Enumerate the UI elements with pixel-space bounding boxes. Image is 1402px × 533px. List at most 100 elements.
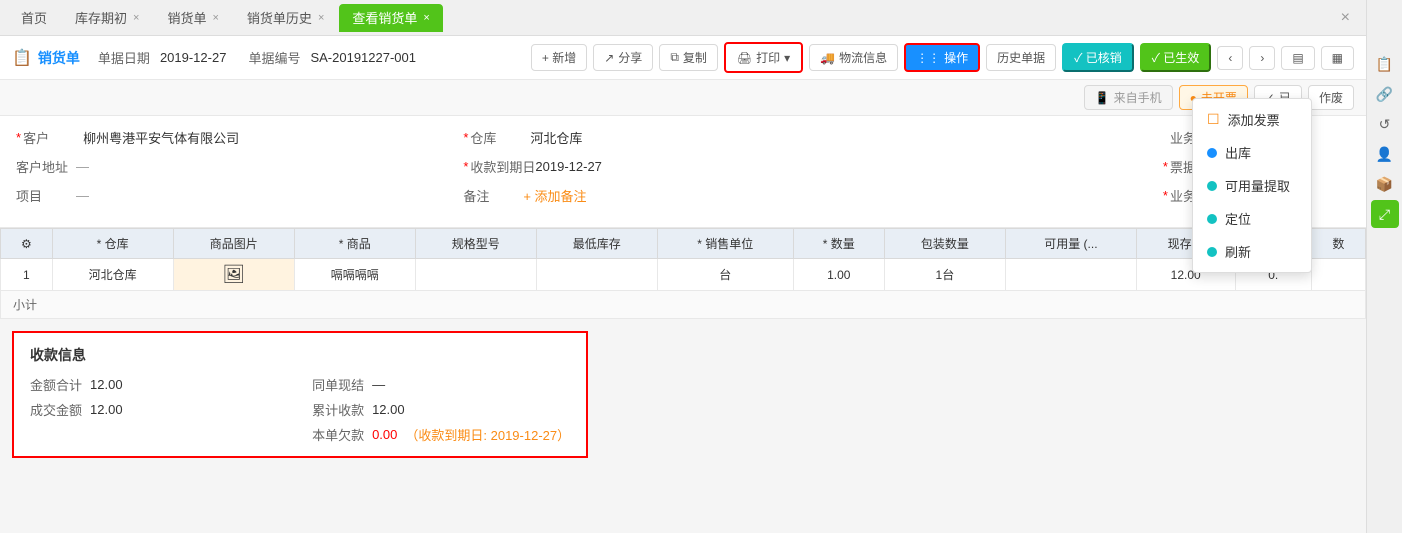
logistics-button[interactable]: 🚚 物流信息	[809, 44, 898, 71]
share-button[interactable]: ↗ 分享	[593, 44, 653, 71]
new-button[interactable]: + 新增	[531, 44, 587, 71]
menu-locate-label: 定位	[1225, 209, 1251, 228]
warehouse-field: * 仓库 河北仓库	[463, 128, 902, 147]
menu-add-invoice[interactable]: ☐ 添加发票	[1193, 103, 1311, 136]
customer-value[interactable]: 柳州粤港平安气体有限公司	[83, 128, 239, 147]
next-button[interactable]: ›	[1249, 46, 1275, 70]
operate-button[interactable]: ⋮⋮ 操作	[904, 43, 980, 72]
void-sub-button[interactable]: 作废	[1308, 85, 1354, 110]
tab-view-sales[interactable]: 查看销货单 ×	[339, 4, 442, 32]
tab-home-label: 首页	[21, 8, 47, 27]
payment-section: 收款信息 金额合计 12.00 同单现结 — 成交金额 12.00 累计收款 1…	[12, 331, 588, 458]
deal-amount-value: 12.00	[90, 402, 123, 417]
number-value: SA-20191227-001	[310, 50, 416, 65]
row-amount[interactable]	[1311, 259, 1365, 291]
deal-amount-row: 成交金额 12.00	[30, 400, 288, 419]
copy-button[interactable]: ⧉ 复制	[659, 44, 718, 71]
menu-locate[interactable]: 定位	[1193, 202, 1311, 235]
col-image: 商品图片	[173, 229, 294, 259]
tab-sales-order[interactable]: 销货单 ×	[154, 4, 231, 32]
customer-field: * 客户 柳州粤港平安气体有限公司	[16, 128, 455, 147]
menu-refresh[interactable]: 刷新	[1193, 235, 1311, 268]
void-button[interactable]: ✓ 已核销	[1062, 43, 1134, 72]
void-icon: ✓	[1074, 51, 1082, 65]
col-qty: * 数量	[793, 229, 884, 259]
right-icon-5[interactable]: 📦	[1371, 170, 1399, 198]
product-image-icon: 🖼	[222, 264, 245, 284]
right-icon-1[interactable]: 📋	[1371, 50, 1399, 78]
main-toolbar: 📋 销货单 单据日期 2019-12-27 单据编号 SA-20191227-0…	[0, 36, 1366, 80]
row-qty[interactable]: 1.00	[793, 259, 884, 291]
menu-available-fetch[interactable]: 可用量提取	[1193, 169, 1311, 202]
prev-button[interactable]: ‹	[1217, 46, 1243, 70]
right-icon-expand[interactable]: ⤢	[1371, 200, 1399, 228]
row-warehouse[interactable]: 河北仓库	[52, 259, 173, 291]
tab-sales-history[interactable]: 销货单历史 ×	[234, 4, 337, 32]
refresh-dot	[1207, 247, 1217, 257]
sub-toolbar: 📱 来自手机 ● 未开票 ✓ 已 作废	[0, 80, 1366, 116]
print-highlight: 🖨 打印 ▾	[724, 42, 803, 73]
print-button[interactable]: 🖨 打印 ▾	[727, 45, 800, 70]
amount-label: 金额合计	[30, 375, 82, 394]
menu-outbound[interactable]: 出库	[1193, 136, 1311, 169]
grid2-button[interactable]: ▦	[1321, 46, 1354, 70]
tab-inventory-label: 库存期初	[75, 8, 127, 27]
col-product: * 商品	[294, 229, 415, 259]
tab-sales-order-close[interactable]: ×	[212, 12, 218, 24]
address-value: —	[76, 159, 196, 174]
right-icon-4[interactable]: 👤	[1371, 140, 1399, 168]
tab-sales-history-label: 销货单历史	[247, 8, 312, 27]
address-field: 客户地址 —	[16, 157, 455, 176]
col-spec: 规格型号	[415, 229, 536, 259]
empty-cell	[30, 425, 288, 444]
note-label: 备注	[463, 186, 523, 205]
col-warehouse: * 仓库	[52, 229, 173, 259]
mobile-button[interactable]: 📱 来自手机	[1084, 85, 1173, 110]
effective-button[interactable]: ✓ 已生效	[1140, 43, 1212, 72]
tab-bar: 首页 库存期初 × 销货单 × 销货单历史 × 查看销货单 × ×	[0, 0, 1366, 36]
same-order-row: 同单现结 —	[312, 375, 570, 394]
doc-type-label: 销货单	[38, 48, 80, 68]
row-pkg-qty[interactable]: 1台	[884, 259, 1005, 291]
row-avail[interactable]	[1005, 259, 1136, 291]
row-product[interactable]: 嗝嗝嗝嗝	[294, 259, 415, 291]
required-star-2: *	[463, 130, 468, 145]
due-date-label: 收款到期日	[470, 157, 535, 176]
window-close-button[interactable]: ×	[1333, 9, 1358, 27]
number-label: 单据编号	[248, 48, 300, 67]
project-field: 项目 —	[16, 186, 455, 205]
required-star-4: *	[1163, 159, 1168, 174]
date-label: 单据日期	[98, 48, 150, 67]
logistics-icon: 🚚	[820, 51, 835, 65]
mobile-icon: 📱	[1095, 91, 1110, 105]
due-date-value[interactable]: 2019-12-27	[535, 159, 655, 174]
row-min-stock[interactable]	[536, 259, 657, 291]
right-icon-2[interactable]: 🔗	[1371, 80, 1399, 108]
cumulative-row: 累计收款 12.00	[312, 400, 570, 419]
tab-view-sales-close[interactable]: ×	[423, 12, 429, 24]
tab-sales-history-close[interactable]: ×	[318, 12, 324, 24]
same-order-value: —	[372, 377, 385, 392]
due-date-field: * 收款到期日 2019-12-27	[463, 157, 902, 176]
payment-title: 收款信息	[30, 345, 570, 365]
menu-refresh-label: 刷新	[1225, 242, 1251, 261]
right-icon-3[interactable]: ↺	[1371, 110, 1399, 138]
row-spec[interactable]	[415, 259, 536, 291]
grid1-button[interactable]: ▤	[1281, 46, 1314, 70]
add-note-button[interactable]: + 添加备注	[523, 186, 586, 205]
history-button[interactable]: 历史单据	[986, 44, 1056, 71]
row-image: 🖼	[173, 259, 294, 291]
same-order-label: 同单现结	[312, 375, 364, 394]
warehouse-label: 仓库	[470, 128, 530, 147]
warehouse-value[interactable]: 河北仓库	[530, 128, 650, 147]
tab-inventory[interactable]: 库存期初 ×	[62, 4, 152, 32]
required-star-5: *	[1163, 188, 1168, 203]
table-header-row: ⚙ * 仓库 商品图片 * 商品 规格型号 最低库存 * 销售单位 * 数量 包…	[1, 229, 1366, 259]
bottom-area: 收款信息 金额合计 12.00 同单现结 — 成交金额 12.00 累计收款 1…	[0, 319, 1366, 470]
row-unit[interactable]: 台	[657, 259, 793, 291]
tab-inventory-close[interactable]: ×	[133, 12, 139, 24]
project-label: 项目	[16, 186, 76, 205]
amount-row: 金额合计 12.00	[30, 375, 288, 394]
tab-home[interactable]: 首页	[8, 4, 60, 32]
amount-value: 12.00	[90, 377, 123, 392]
